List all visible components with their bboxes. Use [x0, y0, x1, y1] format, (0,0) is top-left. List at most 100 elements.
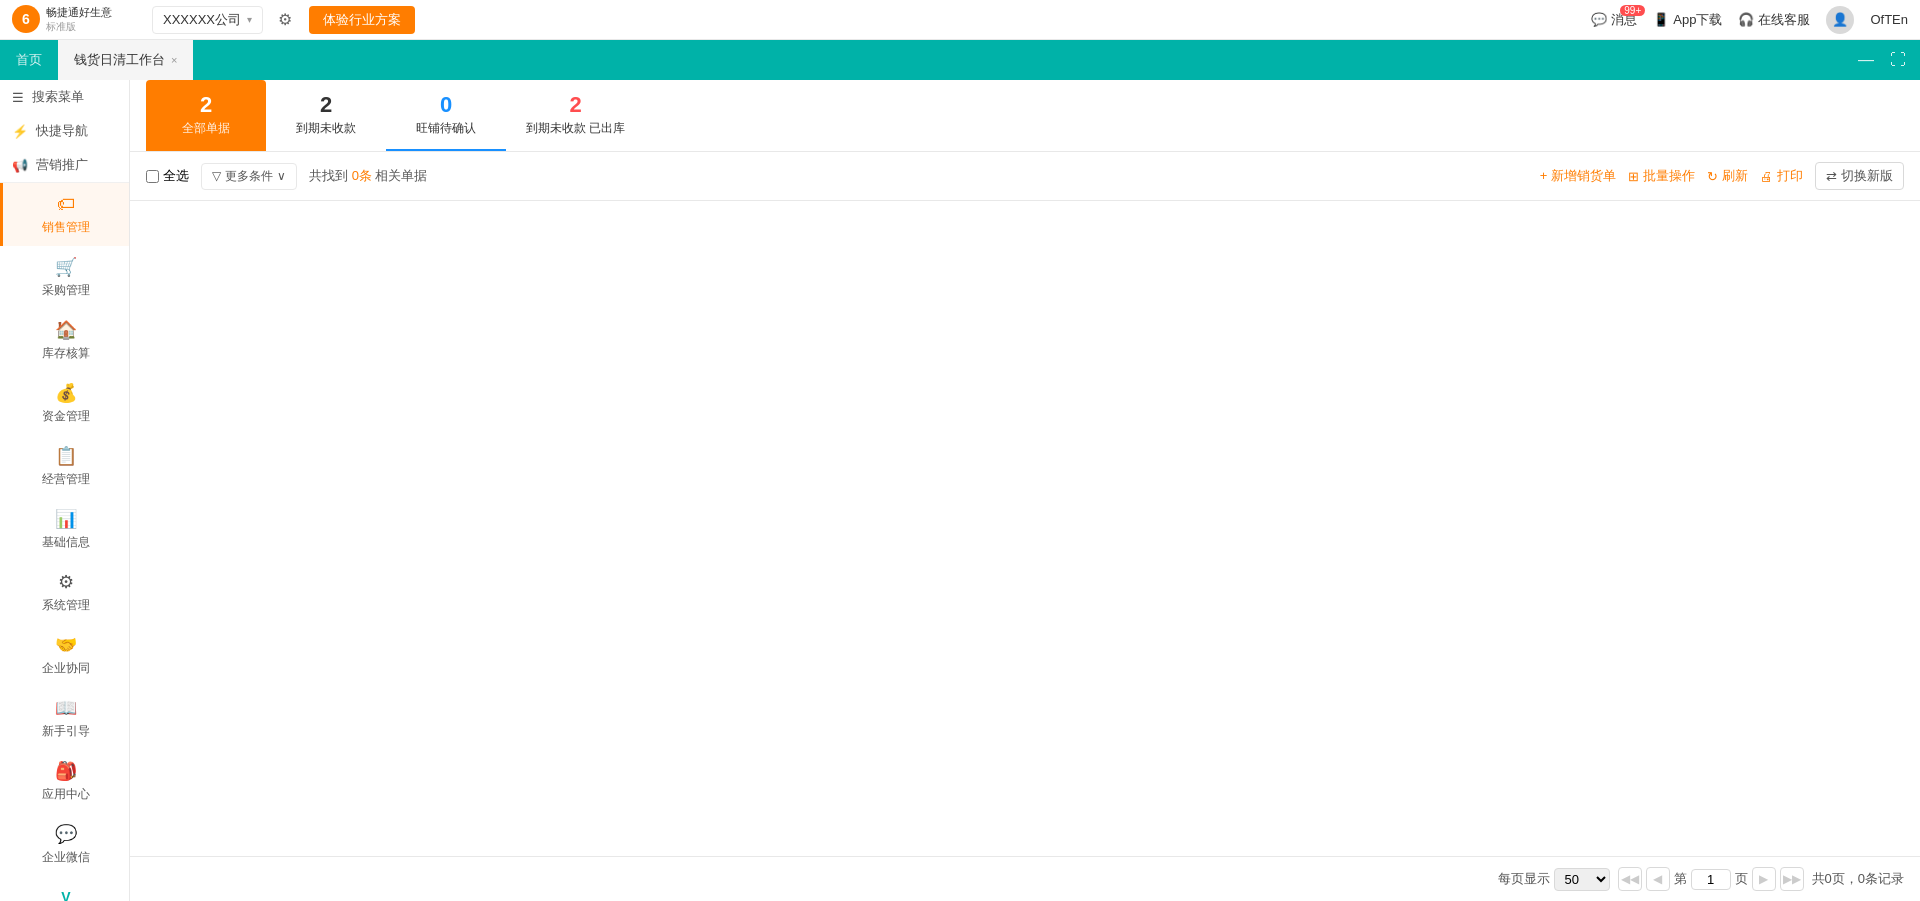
app-name: 畅捷通好生意	[46, 5, 112, 19]
wechat-icon: 💬	[55, 823, 77, 845]
username: OfTEn	[1870, 12, 1908, 27]
sidebar-label-purchase: 采购管理	[42, 282, 90, 299]
sidebar-label-enterprise: 企业协同	[42, 660, 90, 677]
print-btn[interactable]: 🖨 打印	[1760, 167, 1803, 185]
quick-nav-label: 快捷导航	[36, 122, 88, 140]
stat-label-all: 全部单据	[166, 120, 246, 137]
page-input[interactable]	[1691, 869, 1731, 890]
filter-icon: ▽	[212, 169, 221, 183]
message-btn[interactable]: 💬 消息 99+	[1591, 11, 1637, 29]
sidebar-item-sales[interactable]: 🏷 销售管理	[0, 183, 129, 246]
sidebar-item-finance[interactable]: 💰 资金管理	[0, 372, 129, 435]
stat-tab-all[interactable]: 2 全部单据	[146, 80, 266, 151]
tab-bar: 首页 钱货日清工作台 × — ⛶	[0, 40, 1920, 80]
top-header: 6 畅捷通好生意 标准版 XXXXXX公司 ▾ ⚙ 体验行业方案 💬 消息 99…	[0, 0, 1920, 40]
select-all-checkbox[interactable]: 全选	[146, 167, 189, 185]
stat-label-shipped: 到期未收款 已出库	[526, 120, 625, 137]
avatar[interactable]: 👤	[1826, 6, 1854, 34]
trial-btn[interactable]: 体验行业方案	[309, 6, 415, 34]
sidebar-marketing[interactable]: 📢 营销推广	[0, 148, 129, 182]
toolbar-right: + 新增销货单 ⊞ 批量操作 ↻ 刷新 🖨 打印 ⇄ 切换新版	[1536, 162, 1904, 190]
per-page-select[interactable]: 50 100 200	[1554, 868, 1610, 891]
print-icon: 🖨	[1760, 169, 1773, 184]
sidebar-item-basic[interactable]: 📊 基础信息	[0, 498, 129, 561]
found-prefix: 共找到	[309, 168, 348, 183]
found-count: 0条	[352, 168, 372, 183]
sidebar-quick-nav[interactable]: ⚡ 快捷导航	[0, 114, 129, 148]
message-icon: 💬	[1591, 12, 1607, 27]
stat-tab-wangpu[interactable]: 0 旺铺待确认	[386, 80, 506, 151]
sidebar-label-inventory: 库存核算	[42, 345, 90, 362]
marketing-label: 营销推广	[36, 156, 88, 174]
settings-button[interactable]: ⚙	[271, 6, 299, 34]
sidebar-item-system[interactable]: ⚙ 系统管理	[0, 561, 129, 624]
tab-collapse-btn[interactable]: —	[1852, 46, 1880, 74]
sidebar-item-inventory[interactable]: 🏠 库存核算	[0, 309, 129, 372]
stat-tab-overdue[interactable]: 2 到期未收款	[266, 80, 386, 151]
company-dropdown-arrow: ▾	[247, 14, 252, 25]
inventory-icon: 🏠	[55, 319, 77, 341]
total-text: 共0页，0条记录	[1812, 870, 1904, 888]
page-suffix: 页	[1735, 870, 1748, 888]
stat-num-shipped: 2	[526, 92, 625, 118]
sidebar-label-wechat: 企业微信	[42, 849, 90, 866]
filter-dropdown-icon: ∨	[277, 169, 286, 183]
avatar-icon: 👤	[1832, 12, 1848, 27]
stat-label-wangpu: 旺铺待确认	[406, 120, 486, 137]
select-all-input[interactable]	[146, 170, 159, 183]
tab-home-label: 首页	[16, 51, 42, 69]
stat-label-overdue: 到期未收款	[286, 120, 366, 137]
sidebar-item-guide[interactable]: 📖 新手引导	[0, 687, 129, 750]
sidebar-item-member[interactable]: V 畅会员	[0, 876, 129, 901]
company-name: XXXXXX公司	[163, 11, 241, 29]
sidebar-item-wechat[interactable]: 💬 企业微信	[0, 813, 129, 876]
prev-page-btn[interactable]: ◀	[1646, 867, 1670, 891]
finance-icon: 💰	[55, 382, 77, 404]
app-download-btn[interactable]: 📱 App下载	[1653, 11, 1722, 29]
batch-btn[interactable]: ⊞ 批量操作	[1628, 167, 1695, 185]
sidebar-item-appstore[interactable]: 🎒 应用中心	[0, 750, 129, 813]
enterprise-icon: 🤝	[55, 634, 77, 656]
content-area: 2 全部单据 2 到期未收款 0 旺铺待确认 2 到期未收款 已出库 全选	[130, 80, 1920, 901]
online-service-btn[interactable]: 🎧 在线客服	[1738, 11, 1810, 29]
search-menu-icon: ☰	[12, 90, 24, 105]
first-page-btn[interactable]: ◀◀	[1618, 867, 1642, 891]
add-label: + 新增销货单	[1540, 167, 1616, 185]
next-page-btn[interactable]: ▶	[1752, 867, 1776, 891]
appstore-icon: 🎒	[55, 760, 77, 782]
sidebar-item-purchase[interactable]: 🛒 采购管理	[0, 246, 129, 309]
sidebar: ☰ 搜索菜单 ⚡ 快捷导航 📢 营销推广 🏷 销售管理 🛒 采购管理 🏠 库存核…	[0, 80, 130, 901]
gear-icon: ⚙	[278, 10, 292, 29]
sidebar-label-system: 系统管理	[42, 597, 90, 614]
found-text: 共找到 0条 相关单据	[309, 167, 427, 185]
guide-icon: 📖	[55, 697, 77, 719]
refresh-btn[interactable]: ↻ 刷新	[1707, 167, 1748, 185]
select-all-label: 全选	[163, 167, 189, 185]
tab-workbench[interactable]: 钱货日清工作台 ×	[58, 40, 193, 80]
print-label: 打印	[1777, 167, 1803, 185]
sidebar-label-guide: 新手引导	[42, 723, 90, 740]
stat-num-overdue: 2	[286, 92, 366, 118]
quick-nav-icon: ⚡	[12, 124, 28, 139]
search-menu-label: 搜索菜单	[32, 88, 84, 106]
company-selector[interactable]: XXXXXX公司 ▾	[152, 6, 263, 34]
sidebar-top: ☰ 搜索菜单 ⚡ 快捷导航 📢 营销推广	[0, 80, 129, 183]
system-icon: ⚙	[55, 571, 77, 593]
tab-expand-btn[interactable]: ⛶	[1884, 46, 1912, 74]
logo-area: 6 畅捷通好生意 标准版	[12, 5, 142, 33]
add-sale-btn[interactable]: + 新增销货单	[1536, 167, 1616, 185]
batch-label: 批量操作	[1643, 167, 1695, 185]
app-logo: 6	[12, 5, 40, 33]
stat-tab-shipped[interactable]: 2 到期未收款 已出库	[506, 80, 645, 151]
sidebar-item-enterprise[interactable]: 🤝 企业协同	[0, 624, 129, 687]
sidebar-search-menu[interactable]: ☰ 搜索菜单	[0, 80, 129, 114]
operation-icon: 📋	[55, 445, 77, 467]
pagination-bar: 每页显示 50 100 200 ◀◀ ◀ 第 页 ▶ ▶▶ 共0页，0条记录	[130, 856, 1920, 901]
filter-btn[interactable]: ▽ 更多条件 ∨	[201, 163, 297, 190]
sidebar-item-operation[interactable]: 📋 经营管理	[0, 435, 129, 498]
tab-home[interactable]: 首页	[0, 40, 58, 80]
switch-btn[interactable]: ⇄ 切换新版	[1815, 162, 1904, 190]
last-page-btn[interactable]: ▶▶	[1780, 867, 1804, 891]
tab-close-icon[interactable]: ×	[171, 54, 177, 66]
toolbar: 全选 ▽ 更多条件 ∨ 共找到 0条 相关单据 + 新增销货单 ⊞ 批量操作	[130, 152, 1920, 201]
